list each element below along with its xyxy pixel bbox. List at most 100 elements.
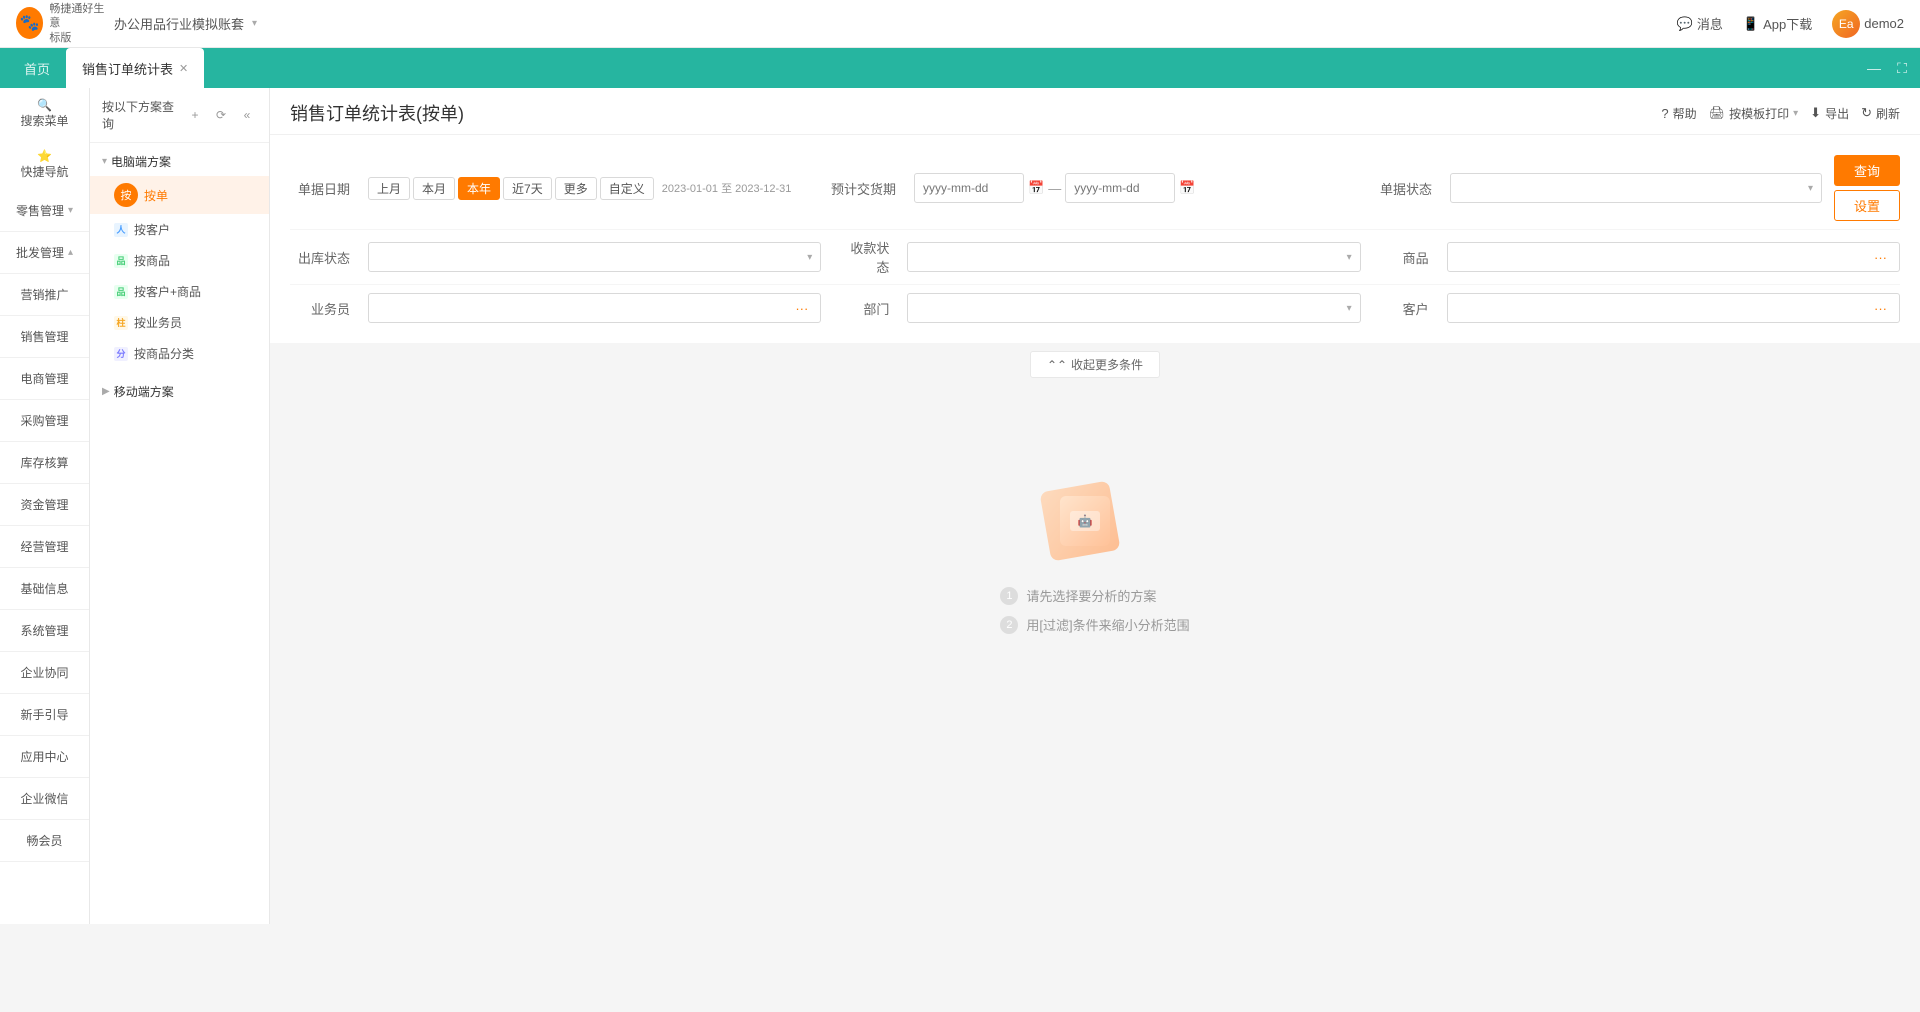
- payment-status-select[interactable]: ▾: [907, 242, 1360, 272]
- scheme-salesperson-icon: 柱: [114, 316, 128, 330]
- refresh-button[interactable]: ↻ 刷新: [1861, 105, 1900, 122]
- help-button[interactable]: ? 帮助: [1661, 105, 1696, 122]
- custom-button[interactable]: 自定义: [600, 177, 654, 200]
- out-status-select[interactable]: ▾: [368, 242, 821, 272]
- date-buttons-group: 上月 本月 本年 近7天 更多 自定义: [368, 177, 654, 200]
- scheme-item-by-product[interactable]: 品 按商品: [90, 245, 269, 276]
- scheme-item-by-salesperson[interactable]: 柱 按业务员: [90, 307, 269, 338]
- more-button[interactable]: 更多: [555, 177, 597, 200]
- main-layout: 🔍 搜索菜单 ⭐ 快捷导航 零售管理 ▾ 批发管理 ▴ 营销推广 销售管理 电商…: [0, 88, 1920, 924]
- department-select[interactable]: ▾: [907, 293, 1360, 323]
- tabbar-actions: — ⛶: [1864, 58, 1912, 78]
- department-label: 部门: [829, 299, 899, 318]
- tab-close-icon[interactable]: ✕: [179, 62, 188, 75]
- sidebar-item-inventory[interactable]: 库存核算: [0, 442, 89, 484]
- scheme-section-desktop-title[interactable]: ▾ 电脑端方案: [90, 147, 269, 176]
- scheme-item-by-customer[interactable]: 人 按客户: [90, 214, 269, 245]
- sidebar-item-basic[interactable]: 基础信息: [0, 568, 89, 610]
- salesperson-label: 业务员: [290, 299, 360, 318]
- query-button[interactable]: 查询: [1834, 155, 1900, 186]
- goods-input[interactable]: ···: [1447, 242, 1900, 272]
- doc-status-control: ▾ 查询 设置: [1450, 155, 1900, 221]
- hint-num-1: 1: [1000, 587, 1018, 605]
- sidebar-item-retail[interactable]: 零售管理 ▾: [0, 190, 89, 232]
- sidebar-item-wechat[interactable]: 企业微信: [0, 778, 89, 820]
- tab-home[interactable]: 首页: [8, 48, 66, 88]
- doc-status-chevron-icon: ▾: [1808, 183, 1813, 194]
- app-download-button[interactable]: 📱 App下载: [1743, 14, 1812, 33]
- sidebar-item-wholesale[interactable]: 批发管理 ▴: [0, 232, 89, 274]
- logo-area: 🐾 畅捷通好生意 标版: [16, 2, 106, 45]
- sidebar-item-finance[interactable]: 资金管理: [0, 484, 89, 526]
- collapse-button[interactable]: ⌃⌃ 收起更多条件: [1030, 351, 1160, 378]
- topbar-dropdown-icon: ▾: [252, 18, 257, 29]
- scheme-item-by-order[interactable]: 按 按单: [90, 176, 269, 214]
- sidebar-item-purchase[interactable]: 采购管理: [0, 400, 89, 442]
- scheme-item-by-customer-product[interactable]: 品 按客户+商品: [90, 276, 269, 307]
- message-button[interactable]: 💬 消息: [1677, 14, 1723, 33]
- page-header: 销售订单统计表(按单) ? 帮助 🖨 按模板打印 ▾ ⬇ 导出: [270, 88, 1920, 135]
- doc-status-select[interactable]: ▾: [1450, 173, 1822, 203]
- date-filter-control: 上月 本月 本年 近7天 更多 自定义 2023-01-01 至 2023-12…: [368, 177, 818, 200]
- sidebar-search[interactable]: 🔍 搜索菜单: [0, 88, 89, 139]
- this-month-button[interactable]: 本月: [413, 177, 455, 200]
- maximize-icon[interactable]: ⛶: [1892, 58, 1912, 78]
- scheme-section-mobile: ▶ 移动端方案: [90, 373, 269, 410]
- topbar-right: 💬 消息 📱 App下载 Ea demo2: [1677, 10, 1904, 38]
- sidebar-item-marketing[interactable]: 营销推广: [0, 274, 89, 316]
- settings-button[interactable]: 设置: [1834, 190, 1900, 221]
- payment-status-label: 收款状态: [829, 238, 899, 276]
- customer-input[interactable]: ···: [1447, 293, 1900, 323]
- section-expand-icon: ▾: [102, 156, 107, 167]
- delivery-date-to-input[interactable]: [1065, 173, 1175, 203]
- scheme-section-desktop: ▾ 电脑端方案 按 按单 人 按客户 品 按商品 品 按客户+商品: [90, 143, 269, 373]
- sidebar-item-operations[interactable]: 经营管理: [0, 526, 89, 568]
- refresh-scheme-button[interactable]: ⟳: [211, 105, 231, 125]
- sidebar-item-apps[interactable]: 应用中心: [0, 736, 89, 778]
- customer-more-icon[interactable]: ···: [1870, 301, 1891, 316]
- user-menu[interactable]: Ea demo2: [1832, 10, 1904, 38]
- print-icon: 🖨: [1709, 105, 1726, 121]
- payment-status-chevron-icon: ▾: [1347, 252, 1352, 263]
- sidebar: 🔍 搜索菜单 ⭐ 快捷导航 零售管理 ▾ 批发管理 ▴ 营销推广 销售管理 电商…: [0, 88, 90, 924]
- main-content: 销售订单统计表(按单) ? 帮助 🖨 按模板打印 ▾ ⬇ 导出: [270, 88, 1920, 924]
- empty-illustration: 🤖: [1035, 466, 1155, 566]
- sidebar-item-sales[interactable]: 销售管理: [0, 316, 89, 358]
- delivery-date-from-input[interactable]: [914, 173, 1024, 203]
- salesperson-input[interactable]: ···: [368, 293, 821, 323]
- collapse-scheme-button[interactable]: «: [237, 105, 257, 125]
- sidebar-item-member[interactable]: 畅会员: [0, 820, 89, 862]
- topbar-title[interactable]: 办公用品行业模拟账套 ▾: [114, 14, 1677, 33]
- scheme-section-mobile-title[interactable]: ▶ 移动端方案: [90, 377, 269, 406]
- sidebar-item-corp[interactable]: 企业协同: [0, 652, 89, 694]
- template-print-button[interactable]: 🖨 按模板打印 ▾: [1709, 105, 1799, 122]
- goods-label: 商品: [1369, 248, 1439, 267]
- filter-row-2: 出库状态 ▾ 收款状态 ▾ 商品 ···: [290, 230, 1900, 285]
- content-area: 按以下方案查询 + ⟳ « ▾ 电脑端方案 按 按单 人 按客户: [90, 88, 1920, 924]
- minimize-icon[interactable]: —: [1864, 58, 1884, 78]
- empty-hint-1: 1 请先选择要分析的方案: [1000, 586, 1189, 605]
- export-button[interactable]: ⬇ 导出: [1810, 105, 1849, 122]
- scheme-panel: 按以下方案查询 + ⟳ « ▾ 电脑端方案 按 按单 人 按客户: [90, 88, 270, 924]
- filter-row-3: 业务员 ··· 部门 ▾ 客户 ···: [290, 285, 1900, 331]
- right-action-buttons: 查询 设置: [1834, 155, 1900, 221]
- logo-icon: 🐾: [16, 7, 43, 39]
- sidebar-item-newbie[interactable]: 新手引导: [0, 694, 89, 736]
- salesperson-more-icon[interactable]: ···: [791, 301, 812, 316]
- scheme-item-by-product-cat[interactable]: 分 按商品分类: [90, 338, 269, 369]
- sidebar-shortcut[interactable]: ⭐ 快捷导航: [0, 139, 89, 190]
- last-month-button[interactable]: 上月: [368, 177, 410, 200]
- add-scheme-button[interactable]: +: [185, 105, 205, 125]
- hint-num-2: 2: [1000, 616, 1018, 634]
- chevron-up-icon: ▴: [68, 247, 73, 258]
- message-icon: 💬: [1677, 16, 1693, 32]
- last7days-button[interactable]: 近7天: [503, 177, 552, 200]
- expected-delivery-label: 预计交货期: [826, 179, 906, 198]
- this-year-button[interactable]: 本年: [458, 177, 500, 200]
- sidebar-item-ecommerce[interactable]: 电商管理: [0, 358, 89, 400]
- delivery-date-control: 📅 — 📅: [914, 173, 1364, 203]
- sidebar-item-system[interactable]: 系统管理: [0, 610, 89, 652]
- date-range-text: 2023-01-01 至 2023-12-31: [662, 180, 792, 196]
- goods-more-icon[interactable]: ···: [1870, 250, 1891, 265]
- tab-sales-order-stats[interactable]: 销售订单统计表 ✕: [66, 48, 204, 88]
